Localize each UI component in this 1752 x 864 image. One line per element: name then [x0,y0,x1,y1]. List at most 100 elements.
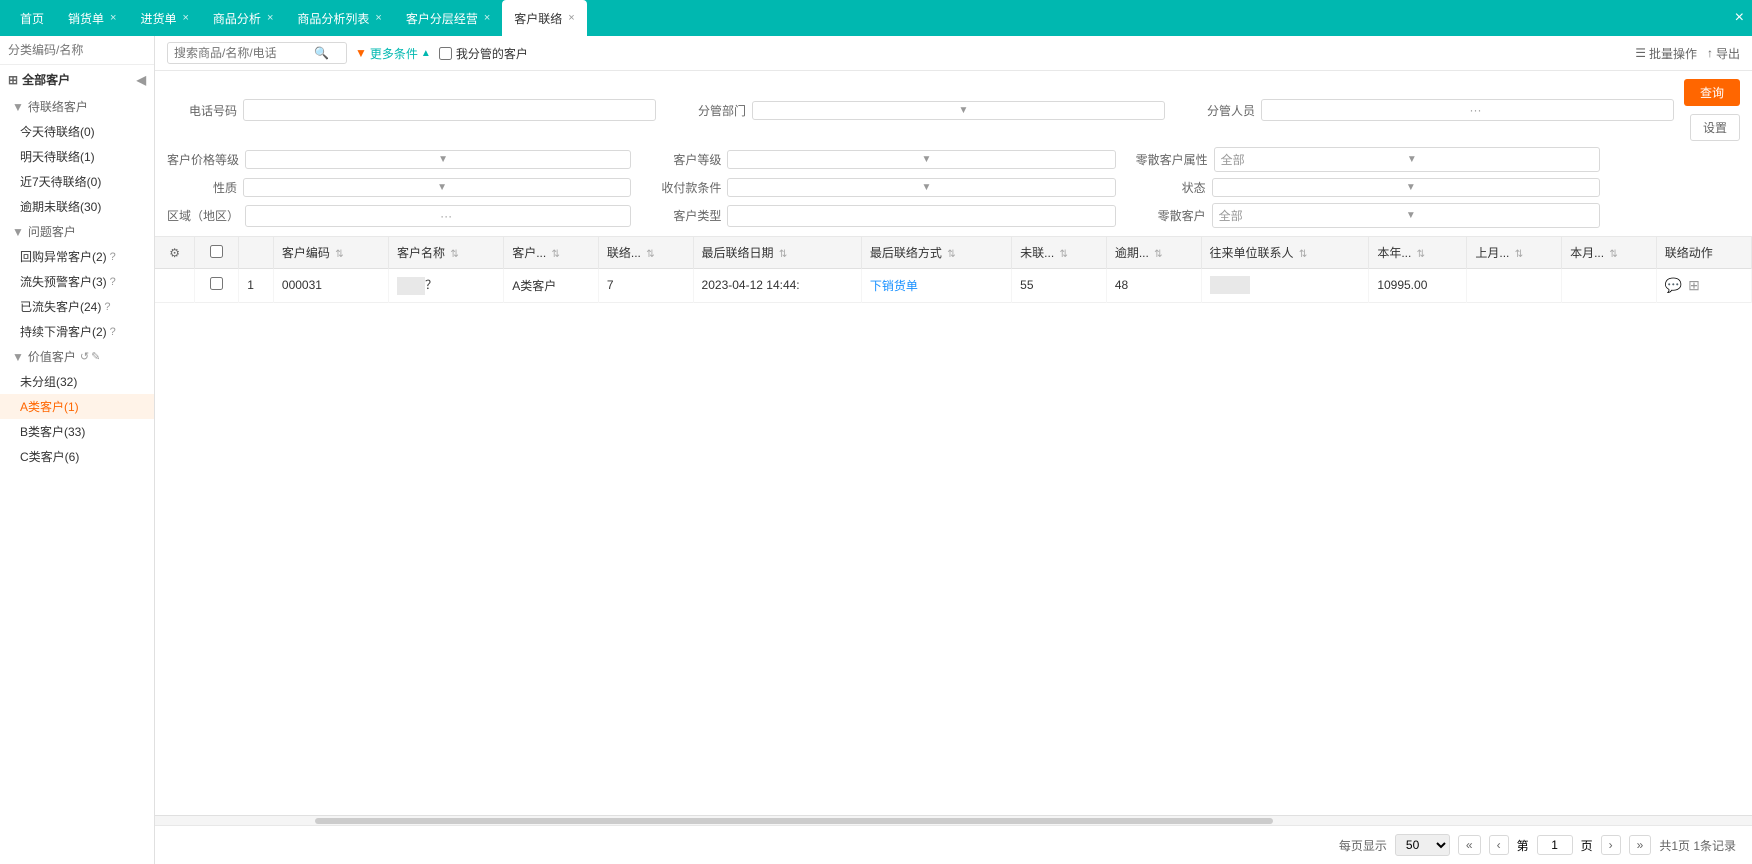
col-overdue[interactable]: 逾期... ⇅ [1106,237,1201,269]
sidebar-item-unclassified[interactable]: 未分组(32) [0,369,154,394]
qr-action-icon[interactable]: ⊞ [1688,277,1700,294]
sidebar-item-a-class[interactable]: A类客户(1) [0,394,154,419]
status-select[interactable]: ▼ [1212,178,1600,197]
row-type: A类客户 [504,269,599,303]
filter-row-1: 电话号码 分管部门 ▼ 分管人员 ··· [167,79,1740,141]
next-page-btn[interactable]: › [1601,835,1621,855]
horizontal-scrollbar[interactable] [155,815,1752,825]
row-index: 1 [239,269,274,303]
col-no-contact[interactable]: 未联... ⇅ [1012,237,1107,269]
query-btn[interactable]: 查询 [1684,79,1740,106]
sidebar-item-c-class[interactable]: C类客户(6) [0,444,154,469]
close-customer-contact[interactable]: × [568,12,574,24]
row-checkbox[interactable] [210,277,223,290]
main-search-input[interactable] [174,46,314,60]
sidebar-group-problem[interactable]: ▼ 问题客户 [0,219,154,244]
col-last-month[interactable]: 上月... ⇅ [1467,237,1562,269]
customer-type-input[interactable] [727,205,1115,227]
close-customer-segment[interactable]: × [484,12,490,24]
first-page-btn[interactable]: « [1458,835,1481,855]
col-checkbox [195,237,239,269]
select-all-checkbox[interactable] [210,245,223,258]
payment-select[interactable]: ▼ [727,178,1115,197]
top-nav: 首页 销货单 × 进货单 × 商品分析 × 商品分析列表 × 客户分层经营 × … [0,0,1752,36]
tab-product-analysis-list[interactable]: 商品分析列表 × [285,0,393,36]
collapse-icon[interactable]: ◀ [137,73,146,87]
close-all-btn[interactable]: × [1735,9,1744,27]
tab-customer-contact[interactable]: 客户联络 × [502,0,586,36]
sidebar-item-7days-pending[interactable]: 近7天待联络(0) [0,169,154,194]
row-no-contact: 55 [1012,269,1107,303]
sidebar-all-customers[interactable]: ⊞ 全部客户 ◀ [0,65,154,94]
filter-payment: 收付款条件 ▼ [651,178,1115,197]
sidebar-item-lost[interactable]: 已流失客户(24) ? [0,294,154,319]
status-label: 状态 [1136,179,1206,196]
region-select[interactable]: ··· [245,205,631,227]
col-settings[interactable]: ⚙ [155,237,195,269]
tab-sales-order[interactable]: 销货单 × [56,0,128,36]
filter-customer-type: 客户类型 [651,205,1115,227]
tab-product-analysis[interactable]: 商品分析 × [201,0,285,36]
sidebar-item-repurchase-abnormal[interactable]: 回购异常客户(2) ? [0,244,154,269]
my-customer-checkbox[interactable] [439,47,452,60]
export-btn[interactable]: ↑ 导出 [1707,45,1740,62]
page-number-input[interactable] [1537,835,1573,855]
retail-customer-select[interactable]: 全部 ▼ [1212,203,1600,228]
main-search-icon[interactable]: 🔍 [314,46,329,60]
dept-chevron-down: ▼ [959,105,1159,116]
sidebar-item-declining[interactable]: 持续下滑客户(2) ? [0,319,154,344]
col-code[interactable]: 客户编码 ⇅ [273,237,388,269]
col-type[interactable]: 客户... ⇅ [504,237,599,269]
nature-select[interactable]: ▼ [243,178,631,197]
sidebar-item-tomorrow-pending[interactable]: 明天待联络(1) [0,144,154,169]
col-last-contact-way[interactable]: 最后联络方式 ⇅ [861,237,1011,269]
col-history-contact[interactable]: 往来单位联系人 ⇅ [1201,237,1369,269]
row-overdue: 48 [1106,269,1201,303]
sort-history: ⇅ [1299,249,1307,260]
col-last-contact-date[interactable]: 最后联络日期 ⇅ [693,237,861,269]
row-last-contact-way[interactable]: 下销货单 [861,269,1011,303]
person-select[interactable]: ··· [1261,99,1674,121]
tab-purchase-order[interactable]: 进货单 × [128,0,200,36]
filter-row-2: 客户价格等级 ▼ 客户等级 ▼ 零散客户属性 [167,147,1740,172]
col-name[interactable]: 客户名称 ⇅ [389,237,504,269]
sidebar-group-value[interactable]: ▼ 价值客户 ↺ ✎ [0,344,154,369]
filter-status: 状态 ▼ [1136,178,1600,197]
col-contact[interactable]: 联络... ⇅ [598,237,693,269]
pagination: 每页显示 50 100 200 « ‹ 第 页 › » 共1页 1条记录 [155,825,1752,864]
sidebar-item-loss-warning[interactable]: 流失预警客户(3) ? [0,269,154,294]
refresh-icon[interactable]: ↺ [80,350,89,363]
person-dots[interactable]: ··· [1470,103,1668,117]
close-product-analysis-list[interactable]: × [375,12,381,24]
sidebar-item-b-class[interactable]: B类客户(33) [0,419,154,444]
tab-customer-segment[interactable]: 客户分层经营 × [394,0,502,36]
batch-op-btn[interactable]: ☰ 批量操作 [1635,45,1697,62]
sidebar-search-input[interactable] [8,43,155,57]
customer-level-select[interactable]: ▼ [727,150,1115,169]
close-product-analysis[interactable]: × [267,12,273,24]
col-this-year[interactable]: 本年... ⇅ [1369,237,1467,269]
chat-action-icon[interactable]: 💬 [1665,277,1682,294]
filter-icon: ▼ [355,46,367,60]
more-filter-btn[interactable]: ▼ 更多条件 ▲ [355,45,431,62]
dept-select[interactable]: ▼ [752,101,1165,120]
sidebar-item-overdue-pending[interactable]: 逾期未联络(30) [0,194,154,219]
page-size-select[interactable]: 50 100 200 [1395,834,1450,856]
col-this-month[interactable]: 本月... ⇅ [1562,237,1657,269]
last-page-btn[interactable]: » [1629,835,1652,855]
sidebar-group-pending[interactable]: ▼ 待联络客户 [0,94,154,119]
prev-page-btn[interactable]: ‹ [1489,835,1509,855]
price-level-select[interactable]: ▼ [245,150,631,169]
payment-chev: ▼ [922,182,1109,193]
phone-input[interactable] [243,99,656,121]
region-dots[interactable]: ··· [440,209,624,223]
my-customer-check[interactable]: 我分管的客户 [439,45,528,62]
tab-home[interactable]: 首页 [8,0,56,36]
filter-row-4: 区域（地区） ··· 客户类型 零散客户 全部 ▼ [167,203,1740,228]
edit-icon[interactable]: ✎ [91,350,100,363]
retail-attr-select[interactable]: 全部 ▼ [1214,147,1600,172]
sidebar-item-today-pending[interactable]: 今天待联络(0) [0,119,154,144]
close-purchase-order[interactable]: × [182,12,188,24]
close-sales-order[interactable]: × [110,12,116,24]
settings-btn[interactable]: 设置 [1690,114,1740,141]
